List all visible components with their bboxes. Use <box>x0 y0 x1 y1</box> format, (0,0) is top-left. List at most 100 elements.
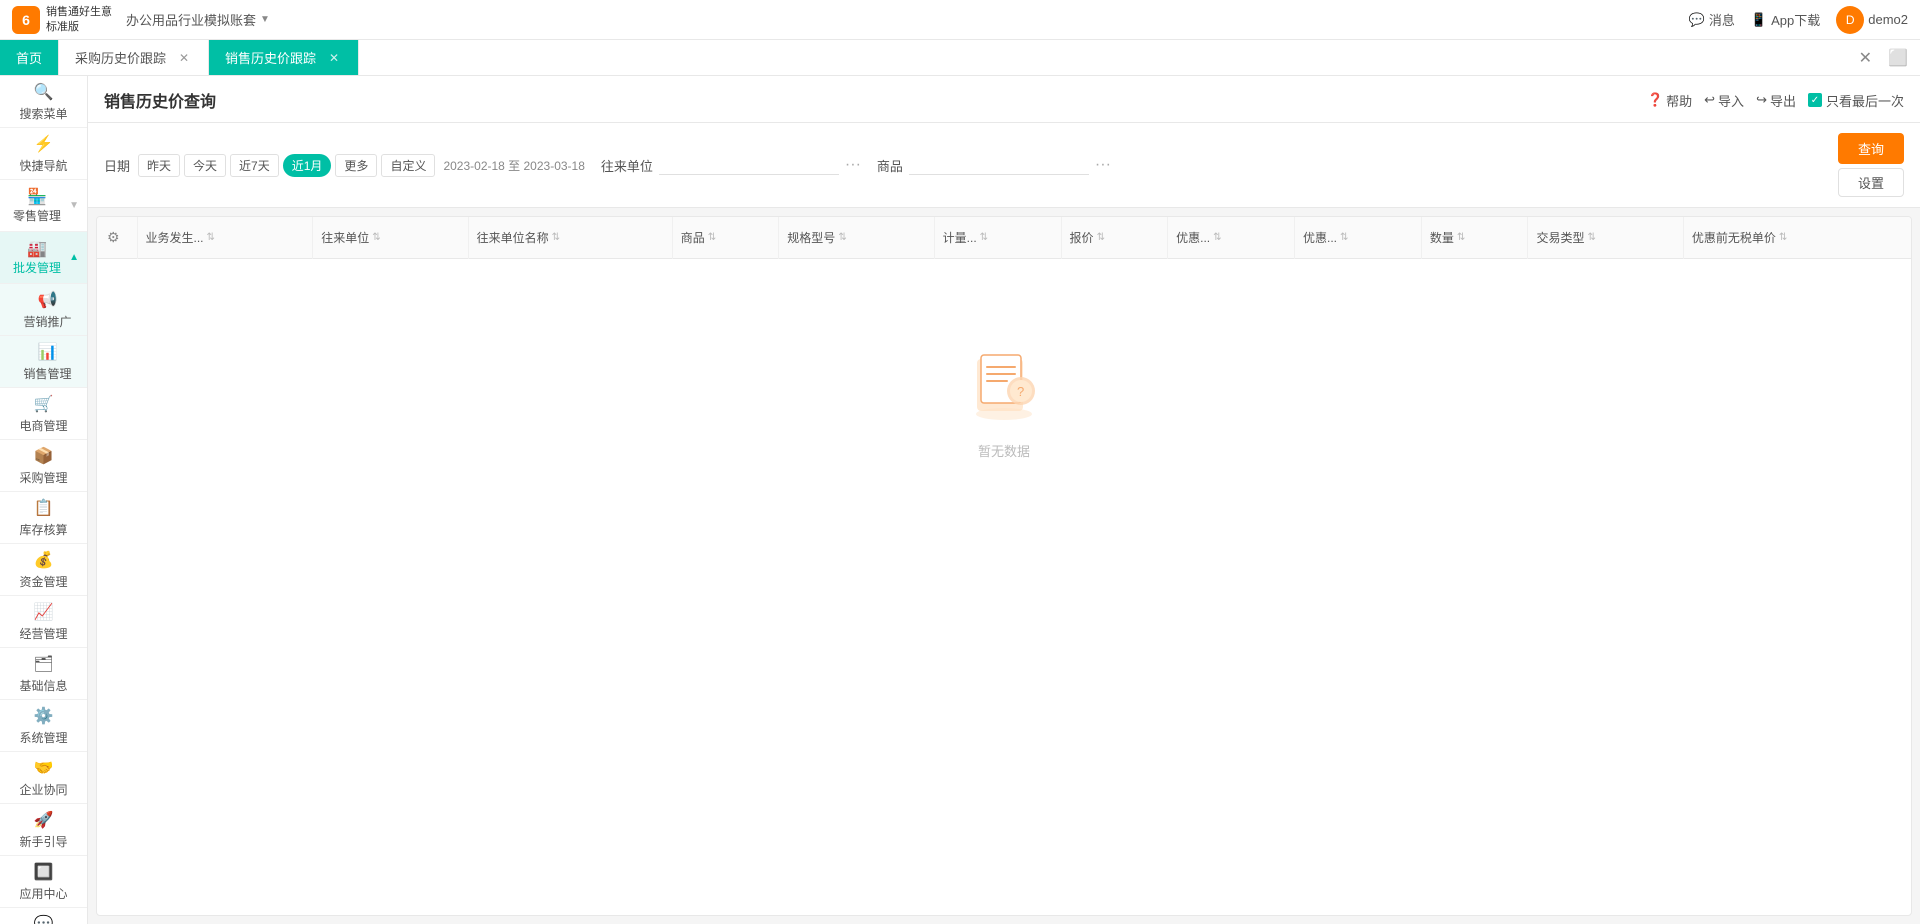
wholesale-icon: 🏭 <box>27 239 47 259</box>
content-area: 销售历史价查询 ❓ 帮助 ↩ 导入 ↪ 导出 ✓ <box>88 76 1920 924</box>
help-label: 帮助 <box>1666 91 1692 110</box>
tab-purchase-history-close[interactable]: ✕ <box>176 50 192 66</box>
sort-discount1-icon[interactable]: ⇅ <box>1213 232 1221 243</box>
th-discount1-label: 优惠... <box>1176 229 1210 246</box>
basic-info-icon: 🗂 <box>33 654 53 674</box>
export-action[interactable]: ↪ 导出 <box>1756 91 1796 110</box>
date-btn-1month[interactable]: 近1月 <box>283 154 332 177</box>
sidebar-item-finance-label: 资金管理 <box>19 573 67 590</box>
sidebar-item-quick-nav-label: 快捷导航 <box>19 157 67 174</box>
date-btn-yesterday[interactable]: 昨天 <box>138 154 180 177</box>
sidebar-item-newbie[interactable]: 🚀 新手引导 <box>0 804 87 856</box>
date-btn-custom[interactable]: 自定义 <box>381 154 435 177</box>
sidebar-item-operations-label: 经营管理 <box>19 625 67 642</box>
sort-discount2-icon[interactable]: ⇅ <box>1340 232 1348 243</box>
th-goods-label: 商品 <box>681 229 705 246</box>
partner-dots-icon[interactable]: ··· <box>845 156 861 174</box>
th-partner-name-label: 往来单位名称 <box>477 229 549 246</box>
sidebar-item-basic-info-label: 基础信息 <box>19 677 67 694</box>
sidebar-item-retail[interactable]: 🏪 零售管理 ▼ <box>0 180 87 232</box>
tab-purchase-history[interactable]: 采购历史价跟踪 ✕ <box>59 40 209 75</box>
th-goods: 商品 ⇅ <box>672 217 779 259</box>
sort-goods-icon[interactable]: ⇅ <box>708 232 716 243</box>
sort-spec-icon[interactable]: ⇅ <box>838 232 846 243</box>
message-label: 消息 <box>1709 10 1735 29</box>
th-qty-label: 数量 <box>1430 229 1454 246</box>
sidebar-item-system[interactable]: ⚙️ 系统管理 <box>0 700 87 752</box>
header-right: 💬 消息 📱 App下载 D demo2 <box>1689 6 1908 34</box>
sidebar-item-search[interactable]: 🔍 搜索菜单 <box>0 76 87 128</box>
date-buttons: 昨天 今天 近7天 近1月 更多 自定义 <box>138 154 435 177</box>
sidebar-item-sales-mgmt[interactable]: 📊 销售管理 <box>0 336 87 388</box>
sidebar-item-apps[interactable]: 🔲 应用中心 <box>0 856 87 908</box>
date-btn-more[interactable]: 更多 <box>335 154 377 177</box>
sort-partner-name-icon[interactable]: ⇅ <box>552 232 560 243</box>
sort-unit-icon[interactable]: ⇅ <box>980 232 988 243</box>
message-action[interactable]: 💬 消息 <box>1689 10 1735 29</box>
sort-pretax-price-icon[interactable]: ⇅ <box>1779 232 1787 243</box>
app-selector[interactable]: 办公用品行业模拟账套 ▼ <box>120 8 276 31</box>
user-info[interactable]: D demo2 <box>1836 6 1908 34</box>
page-title-row: 销售历史价查询 ❓ 帮助 ↩ 导入 ↪ 导出 ✓ <box>104 88 1904 122</box>
sort-biz-date-icon[interactable]: ⇅ <box>207 232 215 243</box>
sort-partner-code-icon[interactable]: ⇅ <box>372 232 380 243</box>
sidebar-item-wholesale-label: 批发管理 <box>13 259 61 276</box>
th-unit: 计量... ⇅ <box>934 217 1061 259</box>
goods-dots-icon[interactable]: ··· <box>1095 156 1111 174</box>
only-last-checkbox[interactable]: ✓ <box>1808 93 1822 107</box>
th-pretax-price-label: 优惠前无税单价 <box>1692 229 1776 246</box>
date-btn-today[interactable]: 今天 <box>184 154 226 177</box>
tab-purchase-history-label: 采购历史价跟踪 <box>75 48 166 67</box>
sidebar-item-wholesale[interactable]: 🏭 批发管理 ▲ <box>0 232 87 284</box>
sidebar-item-inventory[interactable]: 📋 库存核算 <box>0 492 87 544</box>
tab-sales-history-close[interactable]: ✕ <box>326 50 342 66</box>
help-action[interactable]: ❓ 帮助 <box>1647 91 1692 110</box>
app-selector-label: 办公用品行业模拟账套 <box>126 10 256 29</box>
sidebar-item-marketing[interactable]: 📢 营销推广 <box>0 284 87 336</box>
sidebar-item-quick-nav[interactable]: ⚡ 快捷导航 <box>0 128 87 180</box>
sidebar-item-apps-label: 应用中心 <box>19 885 67 902</box>
sidebar-item-purchase[interactable]: 📦 采购管理 <box>0 440 87 492</box>
th-spec: 规格型号 ⇅ <box>779 217 934 259</box>
partner-input[interactable] <box>659 155 839 175</box>
tab-sales-history-label: 销售历史价跟踪 <box>225 48 316 67</box>
username: demo2 <box>1868 12 1908 27</box>
sidebar-item-basic-info[interactable]: 🗂 基础信息 <box>0 648 87 700</box>
import-icon: ↩ <box>1704 92 1715 108</box>
enterprise-icon: 🤝 <box>34 758 54 778</box>
main-layout: 🔍 搜索菜单 ⚡ 快捷导航 🏪 零售管理 ▼ 🏭 批发管理 ▲ 📢 营销推广 <box>0 76 1920 924</box>
tab-sales-history[interactable]: 销售历史价跟踪 ✕ <box>209 40 359 75</box>
sidebar-item-wechat[interactable]: 💬 企业微信 <box>0 908 87 924</box>
query-button[interactable]: 查询 <box>1838 133 1904 164</box>
sidebar-item-ecommerce[interactable]: 🛒 电商管理 <box>0 388 87 440</box>
th-partner-name: 往来单位名称 ⇅ <box>468 217 672 259</box>
sort-qty-icon[interactable]: ⇅ <box>1457 232 1465 243</box>
th-discount1: 优惠... ⇅ <box>1168 217 1295 259</box>
sidebar-item-ecommerce-label: 电商管理 <box>19 417 67 434</box>
sidebar-item-enterprise[interactable]: 🤝 企业协同 <box>0 752 87 804</box>
tab-maximize-icon[interactable]: ⬜ <box>1884 44 1912 72</box>
sidebar-item-search-label: 搜索菜单 <box>19 105 67 122</box>
date-filter-group: 日期 昨天 今天 近7天 近1月 更多 自定义 2023-02-18 至 202… <box>104 154 585 177</box>
only-last-checkbox-group[interactable]: ✓ 只看最后一次 <box>1808 91 1904 110</box>
sidebar-item-finance[interactable]: 💰 资金管理 <box>0 544 87 596</box>
tab-home-label: 首页 <box>16 48 42 67</box>
th-qty: 数量 ⇅ <box>1421 217 1528 259</box>
th-unit-label: 计量... <box>943 229 977 246</box>
date-btn-7days[interactable]: 近7天 <box>230 154 279 177</box>
logo-area: 6 销售通好生意 标准版 <box>12 5 112 34</box>
settings-button[interactable]: 设置 <box>1838 168 1904 197</box>
tab-home[interactable]: 首页 <box>0 40 59 75</box>
partner-label: 往来单位 <box>601 156 653 175</box>
th-quote-label: 报价 <box>1070 229 1094 246</box>
sidebar-item-operations[interactable]: 📈 经营管理 <box>0 596 87 648</box>
purchase-icon: 📦 <box>34 446 54 466</box>
column-settings-button[interactable]: ⚙ <box>105 227 122 248</box>
sort-quote-icon[interactable]: ⇅ <box>1097 232 1105 243</box>
tab-close-icon[interactable]: ✕ <box>1855 44 1876 72</box>
goods-input[interactable] <box>909 155 1089 175</box>
import-action[interactable]: ↩ 导入 <box>1704 91 1744 110</box>
sort-trade-type-icon[interactable]: ⇅ <box>1587 232 1595 243</box>
app-download-action[interactable]: 📱 App下载 <box>1751 10 1820 29</box>
empty-text: 暂无数据 <box>978 441 1030 460</box>
